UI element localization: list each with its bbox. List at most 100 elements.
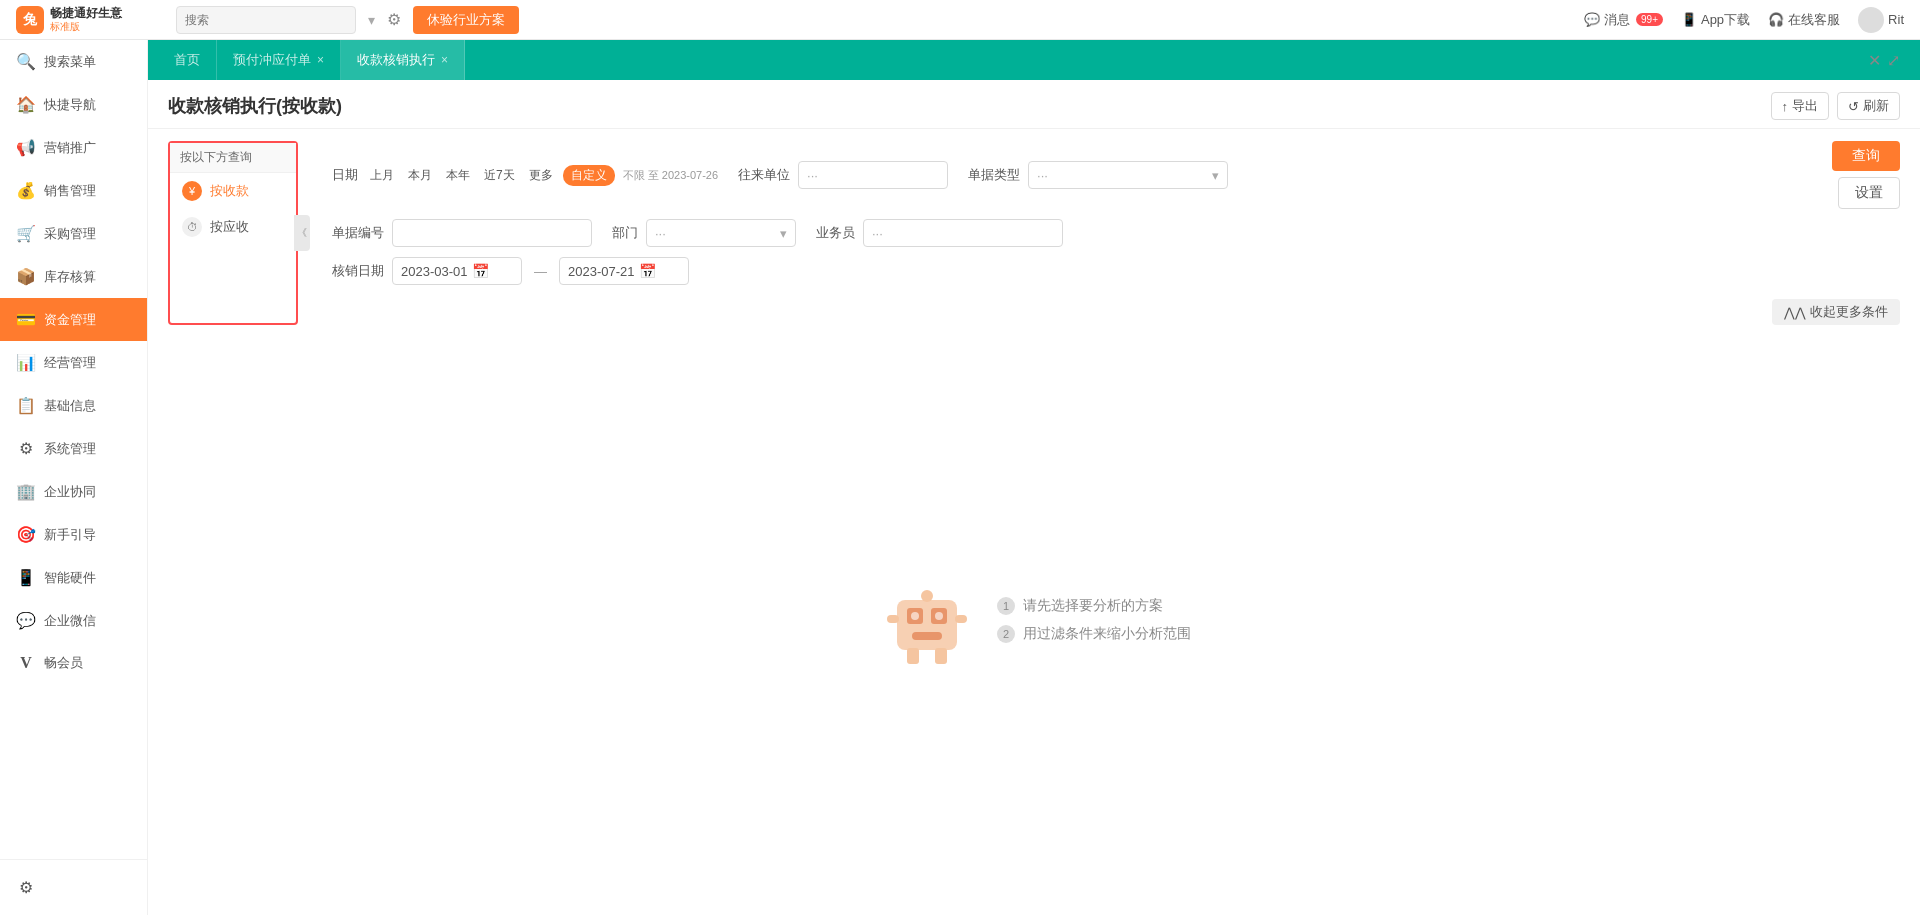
by-receipt-icon: ¥ xyxy=(182,181,202,201)
search-dropdown-icon[interactable]: ▾ xyxy=(368,12,375,28)
verify-date-field: 核销日期 2023-03-01 📅 — 2023-07-21 📅 xyxy=(332,257,689,285)
filter-layout: 按以下方查询 ¥ 按收款 ⏱ 按应收 《 xyxy=(168,141,1900,325)
settings-gear-icon[interactable]: ⚙ xyxy=(387,10,401,29)
filter-selector-header: 按以下方查询 xyxy=(170,143,296,173)
unit-field: 往来单位 ··· xyxy=(738,161,948,189)
basic-info-icon: 📋 xyxy=(16,396,36,415)
verify-start-cal-icon: 📅 xyxy=(472,263,489,279)
user-name: Rit xyxy=(1888,12,1904,27)
dept-chevron: ▾ xyxy=(780,226,787,241)
sidebar-item-member[interactable]: V 畅会员 xyxy=(0,642,147,684)
sidebar-item-quick-nav[interactable]: 🏠 快捷导航 xyxy=(0,83,147,126)
shortcut-custom[interactable]: 自定义 xyxy=(563,165,615,186)
doc-type-field: 单据类型 ··· ▾ xyxy=(968,161,1228,189)
query-btn[interactable]: 查询 xyxy=(1832,141,1900,171)
doc-num-input[interactable] xyxy=(392,219,592,247)
tab-receipt-verify-close[interactable]: × xyxy=(441,53,448,67)
query-settings-col: 查询 设置 xyxy=(1832,141,1900,209)
messages-btn[interactable]: 💬 消息 99 xyxy=(1584,11,1663,29)
filter-container: 按以下方查询 ¥ 按收款 ⏱ 按应收 《 xyxy=(148,129,1920,325)
tab-home[interactable]: 首页 xyxy=(158,40,217,80)
tab-receipt-verify[interactable]: 收款核销执行 × xyxy=(341,40,465,80)
export-btn[interactable]: ↑ 导出 xyxy=(1771,92,1830,120)
refresh-btn[interactable]: ↺ 刷新 xyxy=(1837,92,1900,120)
shortcut-last-month[interactable]: 上月 xyxy=(366,165,398,186)
sidebar-item-inventory[interactable]: 📦 库存核算 xyxy=(0,255,147,298)
unit-select[interactable]: ··· xyxy=(798,161,948,189)
filter-row-3: 核销日期 2023-03-01 📅 — 2023-07-21 📅 xyxy=(332,257,1900,285)
sidebar-item-finance[interactable]: 💳 资金管理 xyxy=(0,298,147,341)
refresh-icon: ↺ xyxy=(1848,99,1859,114)
enterprise-icon: 🏢 xyxy=(16,482,36,501)
settings-btn[interactable]: 设置 xyxy=(1838,177,1900,209)
collapse-up-icon: ⋀⋀ xyxy=(1784,305,1806,320)
tab-maximize-icon[interactable]: ⤢ xyxy=(1887,51,1900,70)
sidebar-item-system[interactable]: ⚙ 系统管理 xyxy=(0,427,147,470)
filter-row-2: 单据编号 部门 ··· ▾ 业务员 xyxy=(332,219,1900,247)
online-service-btn[interactable]: 🎧 在线客服 xyxy=(1768,11,1840,29)
sidebar-item-hardware[interactable]: 📱 智能硬件 xyxy=(0,556,147,599)
svg-rect-3 xyxy=(912,632,942,640)
empty-state: 1 请先选择要分析的方案 2 用过滤条件来缩小分析范围 xyxy=(148,325,1920,915)
staff-select[interactable]: ··· xyxy=(863,219,1063,247)
doc-type-select[interactable]: ··· ▾ xyxy=(1028,161,1228,189)
shortcut-this-month[interactable]: 本月 xyxy=(404,165,436,186)
inventory-icon: 📦 xyxy=(16,267,36,286)
member-icon: V xyxy=(16,654,36,672)
filter-selector: 按以下方查询 ¥ 按收款 ⏱ 按应收 《 xyxy=(168,141,298,325)
marketing-icon: 📢 xyxy=(16,138,36,157)
svg-rect-5 xyxy=(887,615,899,623)
user-area[interactable]: Rit xyxy=(1858,7,1904,33)
svg-point-9 xyxy=(911,612,919,620)
messages-badge: 99 xyxy=(1636,13,1663,26)
verify-date-end-input[interactable]: 2023-07-21 📅 xyxy=(559,257,689,285)
sidebar-item-guide[interactable]: 🎯 新手引导 xyxy=(0,513,147,556)
svg-rect-8 xyxy=(935,648,947,664)
svg-rect-0 xyxy=(897,600,957,650)
app-logo-text: 畅捷通好生意 标准版 xyxy=(50,6,122,32)
sidebar-settings-icon: ⚙ xyxy=(16,878,36,897)
industry-btn[interactable]: 休验行业方案 xyxy=(413,6,519,34)
dept-select[interactable]: ··· ▾ xyxy=(646,219,796,247)
top-search-input[interactable] xyxy=(176,6,356,34)
sales-icon: 💰 xyxy=(16,181,36,200)
filter-option-by-receipt[interactable]: ¥ 按收款 xyxy=(170,173,296,209)
svg-rect-7 xyxy=(907,648,919,664)
shortcut-7days[interactable]: 近7天 xyxy=(480,165,519,186)
doc-type-chevron: ▾ xyxy=(1212,168,1219,183)
verify-date-start-input[interactable]: 2023-03-01 📅 xyxy=(392,257,522,285)
sidebar-item-sales[interactable]: 💰 销售管理 xyxy=(0,169,147,212)
top-header: 兔 畅捷通好生意 标准版 ▾ ⚙ 休验行业方案 💬 消息 99 📱 App下载 … xyxy=(0,0,1920,40)
sidebar: 🔍 搜索菜单 🏠 快捷导航 📢 营销推广 💰 销售管理 🛒 采购管理 📦 库存核… xyxy=(0,40,148,915)
more-conditions: ⋀⋀ 收起更多条件 xyxy=(332,299,1900,325)
collapse-conditions-btn[interactable]: ⋀⋀ 收起更多条件 xyxy=(1772,299,1900,325)
dept-field: 部门 ··· ▾ xyxy=(612,219,796,247)
sidebar-item-purchase[interactable]: 🛒 采购管理 xyxy=(0,212,147,255)
filter-option-by-receivable[interactable]: ⏱ 按应收 xyxy=(170,209,296,245)
sidebar-settings-btn[interactable]: ⚙ xyxy=(0,870,147,905)
sidebar-item-wechat[interactable]: 💬 企业微信 xyxy=(0,599,147,642)
filter-collapse-btn[interactable]: 《 xyxy=(294,215,310,251)
app-logo-icon: 兔 xyxy=(16,6,44,34)
shortcut-more[interactable]: 更多 xyxy=(525,165,557,186)
sidebar-item-marketing[interactable]: 📢 营销推广 xyxy=(0,126,147,169)
tab-bar-actions: ✕ ⤢ xyxy=(1858,51,1910,70)
sidebar-item-basic-info[interactable]: 📋 基础信息 xyxy=(0,384,147,427)
verify-end-cal-icon: 📅 xyxy=(639,263,656,279)
user-avatar xyxy=(1858,7,1884,33)
shortcut-this-year[interactable]: 本年 xyxy=(442,165,474,186)
sidebar-item-search-menu[interactable]: 🔍 搜索菜单 xyxy=(0,40,147,83)
sidebar-item-enterprise[interactable]: 🏢 企业协同 xyxy=(0,470,147,513)
sidebar-item-operations[interactable]: 📊 经营管理 xyxy=(0,341,147,384)
app-download-btn[interactable]: 📱 App下载 xyxy=(1681,11,1750,29)
main-layout: 🔍 搜索菜单 🏠 快捷导航 📢 营销推广 💰 销售管理 🛒 采购管理 📦 库存核… xyxy=(0,40,1920,915)
tab-close-all-icon[interactable]: ✕ xyxy=(1868,51,1881,70)
tab-prepay[interactable]: 预付冲应付单 × xyxy=(217,40,341,80)
page-tabs: 首页 预付冲应付单 × 收款核销执行 × ✕ ⤢ xyxy=(148,40,1920,80)
by-receivable-icon: ⏱ xyxy=(182,217,202,237)
filter-form: 日期 上月 本月 本年 近7天 更多 自定义 不限 至 2023-07-26 xyxy=(314,141,1900,325)
doc-num-field: 单据编号 xyxy=(332,219,592,247)
empty-illustration xyxy=(877,570,977,670)
tab-prepay-close[interactable]: × xyxy=(317,53,324,67)
search-menu-icon: 🔍 xyxy=(16,52,36,71)
